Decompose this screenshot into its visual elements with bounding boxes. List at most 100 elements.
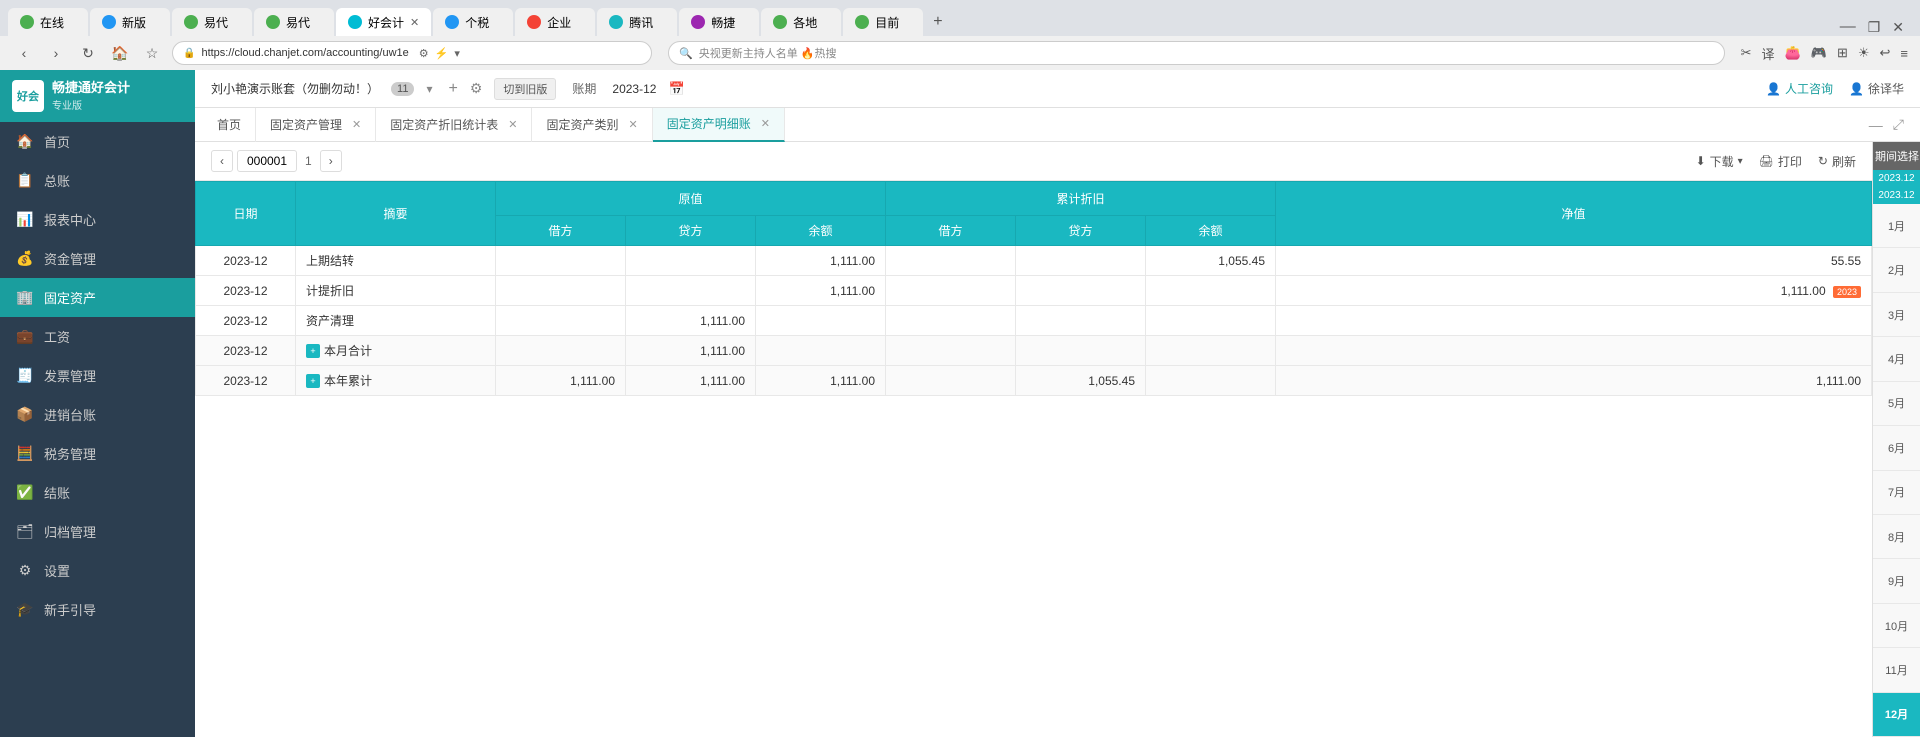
sidebar-item-closing[interactable]: ✅ 结账	[0, 473, 195, 512]
print-button[interactable]: 🖨 打印	[1759, 153, 1802, 170]
summary-icon: +	[306, 374, 320, 388]
sidebar-item-funds[interactable]: 💰 资金管理	[0, 239, 195, 278]
back-button[interactable]: ‹	[12, 41, 36, 65]
lightning-icon[interactable]: ⚡	[435, 47, 449, 60]
tab-favicon	[266, 15, 280, 29]
month-item-5[interactable]: 5月	[1873, 382, 1920, 426]
url-dropdown-icon[interactable]: ▾	[454, 47, 460, 60]
tab-close-active-icon[interactable]: ✕	[761, 117, 770, 130]
month-item-10[interactable]: 10月	[1873, 604, 1920, 648]
sidebar-item-guide[interactable]: 🎓 新手引导	[0, 590, 195, 629]
page-number-input[interactable]	[237, 150, 297, 172]
scissors-icon[interactable]: ✂	[1741, 45, 1752, 61]
game-icon[interactable]: 🎮	[1811, 45, 1827, 61]
tab-label: 企业	[547, 14, 571, 31]
month-item-9[interactable]: 9月	[1873, 559, 1920, 603]
expand-icon[interactable]: ⤢	[1893, 116, 1904, 133]
tab-close-icon[interactable]: ✕	[508, 118, 517, 131]
sidebar-item-fixed-assets[interactable]: 🏢 固定资产	[0, 278, 195, 317]
page-tab-fa-management[interactable]: 固定资产管理 ✕	[256, 108, 376, 142]
refresh-icon: ↻	[1818, 154, 1828, 168]
tab-zaixian[interactable]: 在线	[8, 8, 88, 36]
tab-yidai1[interactable]: 易代	[172, 8, 252, 36]
cell-orig-credit: 1,111.00	[626, 336, 756, 366]
page-tab-fa-depreciation[interactable]: 固定资产折旧统计表 ✕	[376, 108, 532, 142]
tab-close-icon[interactable]: ✕	[352, 118, 361, 131]
tab-tengxun[interactable]: 腾讯	[597, 8, 677, 36]
month-item-4[interactable]: 4月	[1873, 337, 1920, 381]
sidebar-item-settings[interactable]: ⚙ 设置	[0, 551, 195, 590]
new-tab-button[interactable]: +	[925, 8, 950, 36]
tab-gedi[interactable]: 各地	[761, 8, 841, 36]
translate-icon[interactable]: 译	[1762, 44, 1775, 63]
month-item-3[interactable]: 3月	[1873, 293, 1920, 337]
sidebar-item-general-ledger[interactable]: 📋 总账	[0, 161, 195, 200]
col-summary: 摘要	[296, 182, 496, 246]
tab-yidai2[interactable]: 易代	[254, 8, 334, 36]
tab-haokuaiji[interactable]: 好会计 ✕	[336, 8, 431, 36]
refresh-button[interactable]: ↻ 刷新	[1818, 153, 1856, 170]
page-tab-fa-ledger[interactable]: 固定资产明细账 ✕	[653, 108, 785, 142]
download-icon: ⬇	[1696, 154, 1706, 168]
page-tab-fa-category[interactable]: 固定资产类别 ✕	[532, 108, 652, 142]
menu-icon[interactable]: ≡	[1900, 46, 1908, 61]
sidebar-item-home[interactable]: 🏠 首页	[0, 122, 195, 161]
sidebar-item-reports[interactable]: 📊 报表中心	[0, 200, 195, 239]
right-period-panel: 期间选择 2023.12 2023.12 1月 2月 3月 4月 5月 6月 7…	[1872, 142, 1920, 737]
prev-page-button[interactable]: ‹	[211, 150, 233, 172]
net-value-text: 1,111.00	[1781, 284, 1826, 298]
close-window-icon[interactable]: ✕	[1892, 19, 1904, 36]
period-start-date[interactable]: 2023.12	[1873, 170, 1920, 187]
minimize-icon[interactable]: —	[1840, 18, 1856, 36]
sidebar-item-invoices[interactable]: 🧾 发票管理	[0, 356, 195, 395]
next-page-button[interactable]: ›	[320, 150, 342, 172]
reload-button[interactable]: ↻	[76, 41, 100, 65]
wallet-icon[interactable]: 👛	[1785, 45, 1801, 61]
sidebar-item-payroll[interactable]: 💼 工资	[0, 317, 195, 356]
customer-service-button[interactable]: 👤 人工咨询	[1766, 80, 1833, 97]
search-bar[interactable]: 🔍 央视更新主持人名单 🔥热搜	[668, 41, 1725, 65]
browser-settings-icon[interactable]: ⚙	[419, 47, 429, 60]
month-item-8[interactable]: 8月	[1873, 515, 1920, 559]
brightness-icon[interactable]: ☀	[1858, 45, 1870, 61]
tab-qiye[interactable]: 企业	[515, 8, 595, 36]
sidebar-item-purchase-sales[interactable]: 📦 进销台账	[0, 395, 195, 434]
tab-close-icon[interactable]: ✕	[629, 118, 638, 131]
tab-geshui[interactable]: 个税	[433, 8, 513, 36]
grid-icon[interactable]: ⊞	[1837, 45, 1848, 61]
month-item-7[interactable]: 7月	[1873, 471, 1920, 515]
page-tab-home[interactable]: 首页	[203, 108, 256, 142]
forward-button[interactable]: ›	[44, 41, 68, 65]
app-logo: 好会	[12, 80, 44, 112]
url-bar[interactable]: 🔒 https://cloud.chanjet.com/accounting/u…	[172, 41, 652, 65]
tab-changjie[interactable]: 畅捷	[679, 8, 759, 36]
cell-net-value: 1,111.00	[1276, 366, 1872, 396]
month-item-11[interactable]: 11月	[1873, 648, 1920, 692]
sidebar-item-tax[interactable]: 🧮 税务管理	[0, 434, 195, 473]
calendar-icon[interactable]: 📅	[668, 81, 684, 97]
history-icon[interactable]: ↩	[1880, 45, 1891, 61]
dropdown-icon[interactable]: ▾	[426, 82, 432, 96]
tab-xinban[interactable]: 新版	[90, 8, 170, 36]
settings-account-icon[interactable]: ⚙	[470, 80, 483, 97]
table-row: 2023-12 计提折旧 1,111.00 1,111.00	[196, 276, 1872, 306]
sidebar-item-archive[interactable]: 🗂 归档管理	[0, 512, 195, 551]
restore-icon[interactable]: ❐	[1868, 19, 1881, 36]
collapse-icon[interactable]: —	[1869, 117, 1883, 133]
home-button[interactable]: 🏠	[108, 41, 132, 65]
user-profile-button[interactable]: 👤 徐译华	[1849, 80, 1904, 97]
ledger-table: 日期 摘要 原值 累计折旧 净值 借方 贷方 余额 借方	[195, 181, 1872, 396]
col-original: 原值	[496, 182, 886, 216]
period-end-date[interactable]: 2023.12	[1873, 187, 1920, 204]
month-item-6[interactable]: 6月	[1873, 426, 1920, 470]
bookmark-button[interactable]: ☆	[140, 41, 164, 65]
month-item-12[interactable]: 12月	[1873, 693, 1920, 737]
add-account-icon[interactable]: +	[448, 80, 457, 98]
tab-muqian[interactable]: 目前	[843, 8, 923, 36]
tab-close-icon[interactable]: ✕	[410, 16, 419, 29]
month-item-1[interactable]: 1月	[1873, 204, 1920, 248]
download-button[interactable]: ⬇ 下载 ▾	[1696, 153, 1743, 170]
sidebar-item-label: 发票管理	[44, 366, 96, 385]
switch-to-old-version-button[interactable]: 切到旧版	[494, 78, 556, 100]
month-item-2[interactable]: 2月	[1873, 248, 1920, 292]
